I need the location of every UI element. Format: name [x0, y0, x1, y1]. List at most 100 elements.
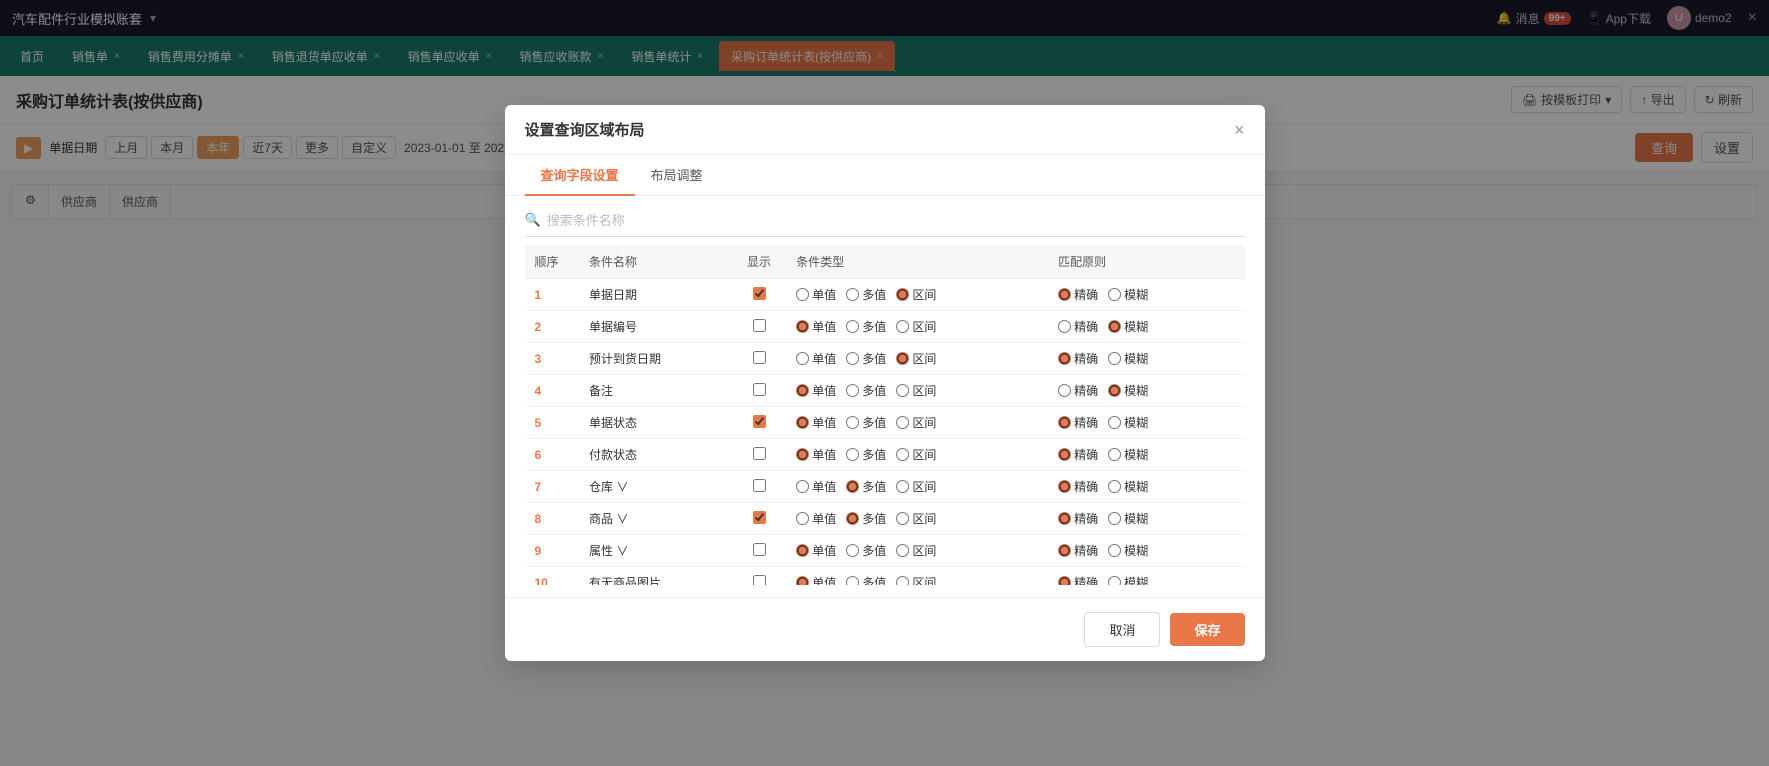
display-checkbox[interactable]	[753, 511, 766, 524]
type-radio[interactable]	[896, 352, 909, 365]
match-radio[interactable]	[1058, 320, 1071, 333]
type-radio[interactable]	[796, 288, 809, 301]
type-radio[interactable]	[846, 416, 859, 429]
type-radio-item[interactable]: 多值	[846, 478, 886, 495]
type-radio[interactable]	[896, 576, 909, 585]
type-radio-item[interactable]: 区间	[896, 286, 936, 303]
type-radio[interactable]	[796, 544, 809, 557]
display-checkbox[interactable]	[753, 383, 766, 396]
match-radio-item[interactable]: 精确	[1058, 382, 1098, 399]
match-radio-item[interactable]: 模糊	[1108, 286, 1148, 303]
type-radio-item[interactable]: 单值	[796, 286, 836, 303]
match-radio[interactable]	[1108, 480, 1121, 493]
type-radio[interactable]	[846, 480, 859, 493]
type-radio[interactable]	[846, 288, 859, 301]
modal-tab-layout[interactable]: 布局调整	[635, 155, 719, 196]
match-radio-item[interactable]: 模糊	[1108, 478, 1148, 495]
type-radio[interactable]	[796, 352, 809, 365]
display-checkbox[interactable]	[753, 351, 766, 364]
search-input[interactable]	[547, 213, 747, 228]
type-radio[interactable]	[796, 576, 809, 585]
match-radio[interactable]	[1108, 544, 1121, 557]
match-radio-item[interactable]: 模糊	[1108, 318, 1148, 335]
match-radio-item[interactable]: 精确	[1058, 286, 1098, 303]
match-radio-item[interactable]: 模糊	[1108, 446, 1148, 463]
type-radio-item[interactable]: 区间	[896, 350, 936, 367]
display-checkbox[interactable]	[753, 287, 766, 300]
match-radio-item[interactable]: 模糊	[1108, 414, 1148, 431]
type-radio-item[interactable]: 多值	[846, 574, 886, 585]
type-radio-item[interactable]: 区间	[896, 318, 936, 335]
match-radio-item[interactable]: 精确	[1058, 574, 1098, 585]
type-radio-item[interactable]: 区间	[896, 542, 936, 559]
type-radio-item[interactable]: 多值	[846, 510, 886, 527]
type-radio-item[interactable]: 区间	[896, 382, 936, 399]
type-radio-item[interactable]: 单值	[796, 350, 836, 367]
type-radio-item[interactable]: 单值	[796, 318, 836, 335]
type-radio[interactable]	[846, 576, 859, 585]
type-radio[interactable]	[896, 512, 909, 525]
type-radio-item[interactable]: 区间	[896, 510, 936, 527]
type-radio-item[interactable]: 单值	[796, 382, 836, 399]
type-radio-item[interactable]: 单值	[796, 446, 836, 463]
type-radio[interactable]	[846, 448, 859, 461]
match-radio-item[interactable]: 模糊	[1108, 382, 1148, 399]
type-radio-item[interactable]: 多值	[846, 414, 886, 431]
type-radio[interactable]	[796, 416, 809, 429]
match-radio-item[interactable]: 精确	[1058, 318, 1098, 335]
cancel-button[interactable]: 取消	[1084, 612, 1160, 647]
type-radio-item[interactable]: 多值	[846, 382, 886, 399]
match-radio-item[interactable]: 模糊	[1108, 350, 1148, 367]
match-radio-item[interactable]: 精确	[1058, 510, 1098, 527]
display-checkbox[interactable]	[753, 575, 766, 586]
type-radio[interactable]	[796, 448, 809, 461]
match-radio-item[interactable]: 精确	[1058, 414, 1098, 431]
type-radio[interactable]	[896, 448, 909, 461]
match-radio[interactable]	[1058, 544, 1071, 557]
type-radio[interactable]	[896, 384, 909, 397]
type-radio[interactable]	[796, 512, 809, 525]
type-radio[interactable]	[896, 288, 909, 301]
match-radio[interactable]	[1058, 448, 1071, 461]
type-radio[interactable]	[846, 384, 859, 397]
display-checkbox[interactable]	[753, 319, 766, 332]
modal-tab-query-fields[interactable]: 查询字段设置	[525, 155, 635, 196]
match-radio[interactable]	[1108, 288, 1121, 301]
type-radio-item[interactable]: 单值	[796, 574, 836, 585]
match-radio[interactable]	[1058, 416, 1071, 429]
match-radio-item[interactable]: 模糊	[1108, 574, 1148, 585]
type-radio[interactable]	[896, 544, 909, 557]
type-radio-item[interactable]: 区间	[896, 478, 936, 495]
type-radio[interactable]	[846, 512, 859, 525]
match-radio[interactable]	[1058, 512, 1071, 525]
type-radio[interactable]	[846, 544, 859, 557]
type-radio-item[interactable]: 多值	[846, 286, 886, 303]
match-radio-item[interactable]: 精确	[1058, 478, 1098, 495]
match-radio[interactable]	[1108, 576, 1121, 585]
match-radio-item[interactable]: 精确	[1058, 350, 1098, 367]
type-radio-item[interactable]: 单值	[796, 510, 836, 527]
type-radio-item[interactable]: 单值	[796, 414, 836, 431]
match-radio[interactable]	[1058, 352, 1071, 365]
type-radio-item[interactable]: 区间	[896, 414, 936, 431]
match-radio[interactable]	[1058, 384, 1071, 397]
type-radio-item[interactable]: 多值	[846, 350, 886, 367]
match-radio[interactable]	[1058, 480, 1071, 493]
type-radio-item[interactable]: 多值	[846, 446, 886, 463]
match-radio[interactable]	[1058, 576, 1071, 585]
match-radio[interactable]	[1108, 416, 1121, 429]
type-radio[interactable]	[896, 480, 909, 493]
display-checkbox[interactable]	[753, 543, 766, 556]
match-radio[interactable]	[1058, 288, 1071, 301]
type-radio[interactable]	[896, 320, 909, 333]
type-radio[interactable]	[846, 352, 859, 365]
match-radio[interactable]	[1108, 512, 1121, 525]
match-radio[interactable]	[1108, 384, 1121, 397]
match-radio[interactable]	[1108, 320, 1121, 333]
type-radio[interactable]	[846, 320, 859, 333]
type-radio-item[interactable]: 单值	[796, 542, 836, 559]
type-radio-item[interactable]: 单值	[796, 478, 836, 495]
match-radio[interactable]	[1108, 352, 1121, 365]
display-checkbox[interactable]	[753, 479, 766, 492]
type-radio-item[interactable]: 多值	[846, 318, 886, 335]
